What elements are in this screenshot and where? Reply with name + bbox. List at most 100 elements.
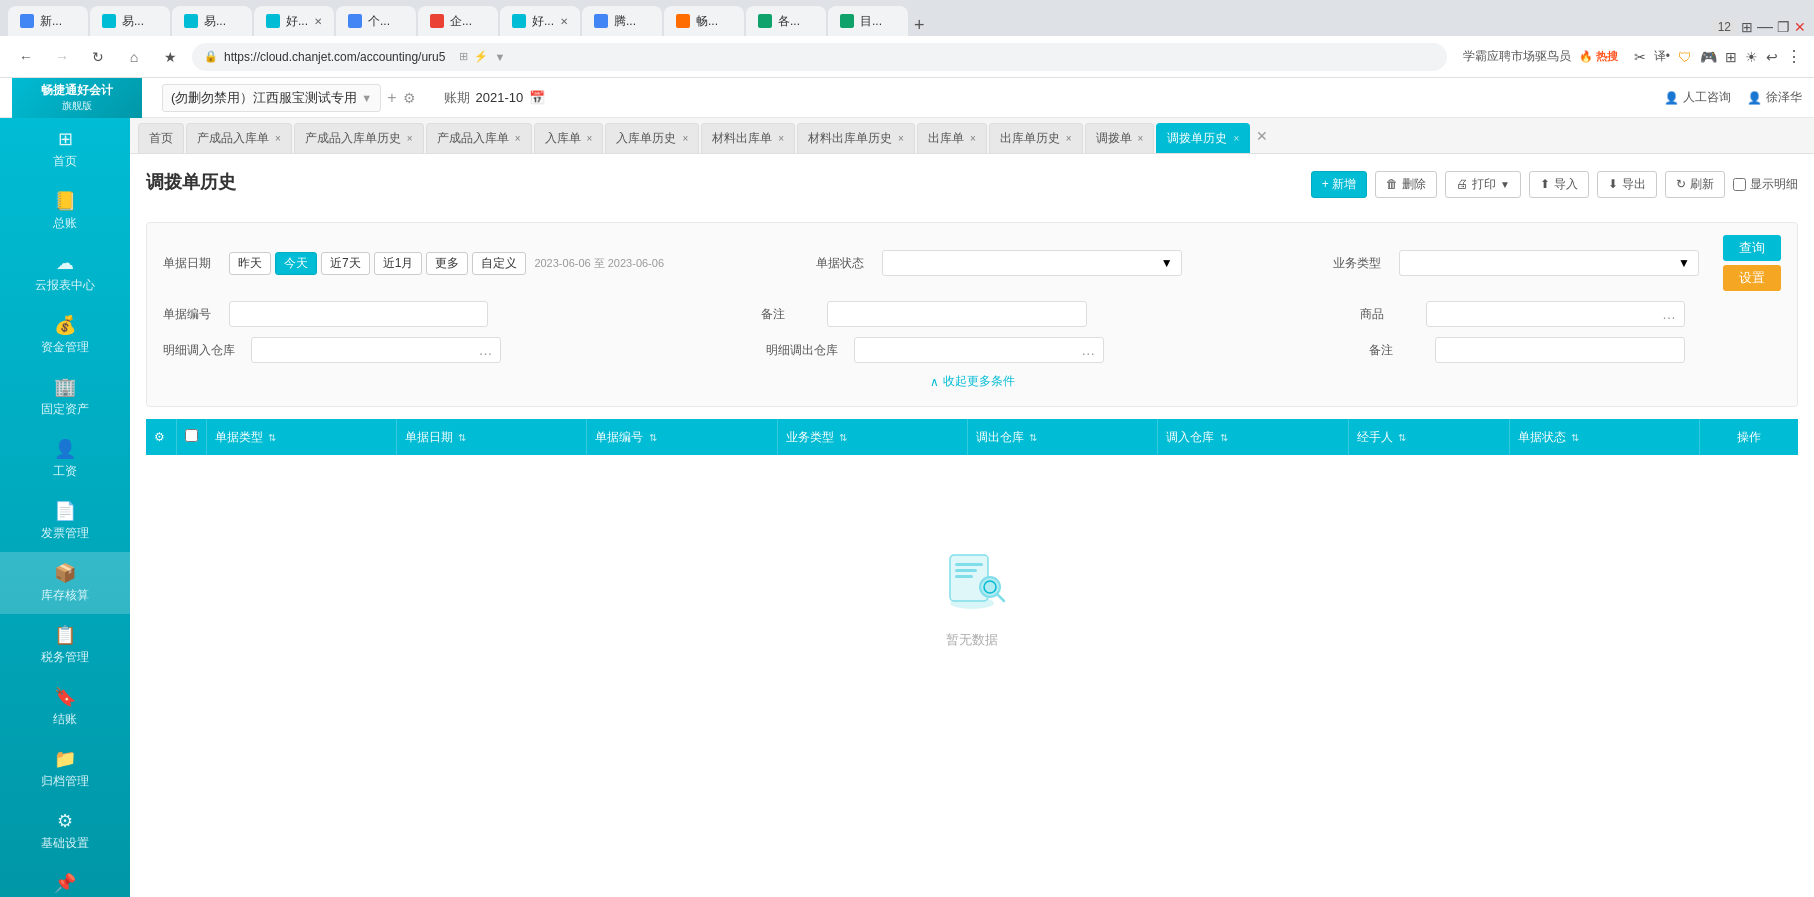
tab-transfer[interactable]: 调拨单 × (1085, 123, 1155, 153)
show-cols-toggle[interactable]: 显示明细 (1733, 176, 1798, 193)
collapse-button[interactable]: ∧ 收起更多条件 (163, 373, 1781, 390)
home-button[interactable]: ⌂ (120, 43, 148, 71)
query-button[interactable]: 查询 (1723, 235, 1781, 261)
menu-icon[interactable]: ⋮ (1786, 47, 1802, 66)
bookmark-button[interactable]: ★ (156, 43, 184, 71)
close-all-tabs-icon[interactable]: ✕ (1256, 128, 1268, 144)
close-tab-product-in-history[interactable]: × (407, 133, 413, 144)
sidebar-item-archive[interactable]: 📁 归档管理 (0, 738, 130, 800)
sort-biz-type-icon[interactable]: ⇅ (839, 432, 847, 443)
tab-product-in-2[interactable]: 产成品入库单 × (426, 123, 532, 153)
sidebar-item-inventory[interactable]: 📦 库存核算 (0, 552, 130, 614)
remark-input[interactable] (827, 301, 1086, 327)
sidebar-item-invoice[interactable]: 📄 发票管理 (0, 490, 130, 552)
th-from-warehouse[interactable]: 调出仓库 ⇅ (967, 419, 1157, 455)
date-more-btn[interactable]: 更多 (426, 252, 468, 275)
sidebar-item-guide[interactable]: 📌 新手引导 (0, 862, 130, 897)
sort-doc-type-icon[interactable]: ⇅ (268, 432, 276, 443)
th-handler[interactable]: 经手人 ⇅ (1348, 419, 1509, 455)
show-cols-checkbox[interactable] (1733, 178, 1746, 191)
sort-to-warehouse-icon[interactable]: ⇅ (1220, 432, 1228, 443)
address-bar[interactable]: 🔒 https://cloud.chanjet.com/accounting/u… (192, 43, 1447, 71)
close-icon-4[interactable]: ✕ (314, 16, 322, 27)
doc-no-input[interactable] (229, 301, 488, 327)
tab-home[interactable]: 首页 (138, 123, 184, 153)
browser-tab-11[interactable]: 目... (828, 6, 908, 36)
tab-transfer-history[interactable]: 调拨单历史 × (1156, 123, 1250, 153)
th-biz-type[interactable]: 业务类型 ⇅ (777, 419, 967, 455)
browser-tab-5[interactable]: 个... (336, 6, 416, 36)
extensions-icon[interactable]: ⊞ (1741, 19, 1753, 35)
close-tab-transfer-history[interactable]: × (1233, 133, 1239, 144)
export-button[interactable]: ⬇ 导出 (1597, 171, 1657, 198)
close-icon-7[interactable]: ✕ (560, 16, 568, 27)
new-tab-button[interactable]: + (914, 15, 925, 36)
sidebar-item-payroll[interactable]: 👤 工资 (0, 428, 130, 490)
tab-out-order[interactable]: 出库单 × (917, 123, 987, 153)
undo-icon[interactable]: ↩ (1766, 49, 1778, 65)
tab-product-in[interactable]: 产成品入库单 × (186, 123, 292, 153)
sidebar-item-home[interactable]: ⊞ 首页 (0, 118, 130, 180)
new-button[interactable]: + 新增 (1311, 171, 1367, 198)
th-doc-type[interactable]: 单据类型 ⇅ (206, 419, 396, 455)
sort-doc-date-icon[interactable]: ⇅ (458, 432, 466, 443)
sidebar-item-tax[interactable]: 📋 税务管理 (0, 614, 130, 676)
close-tab-transfer[interactable]: × (1138, 133, 1144, 144)
close-tab-in-history[interactable]: × (682, 133, 688, 144)
sidebar-item-ledger[interactable]: 📒 总账 (0, 180, 130, 242)
close-tab-product-in-2[interactable]: × (515, 133, 521, 144)
browser-tab-9[interactable]: 畅... (664, 6, 744, 36)
sort-handler-icon[interactable]: ⇅ (1398, 432, 1406, 443)
import-button[interactable]: ⬆ 导入 (1529, 171, 1589, 198)
sidebar-item-settle[interactable]: 🔖 结账 (0, 676, 130, 738)
print-button[interactable]: 🖨 打印 ▼ (1445, 171, 1521, 198)
browser-tab-8[interactable]: 腾... (582, 6, 662, 36)
chevron-down-icon[interactable]: ▼ (494, 51, 505, 63)
browser-tab-1[interactable]: 新... (8, 6, 88, 36)
filter-settings-button[interactable]: 设置 (1723, 265, 1781, 291)
close-tab-material-out-history[interactable]: × (898, 133, 904, 144)
browser-tab-6[interactable]: 企... (418, 6, 498, 36)
src-warehouse-dots-icon[interactable]: … (478, 342, 492, 358)
settings-icon[interactable]: ⚙ (403, 90, 416, 106)
calendar-icon[interactable]: 📅 (529, 90, 545, 105)
close-window-button[interactable]: ✕ (1794, 19, 1806, 35)
sort-doc-status-icon[interactable]: ⇅ (1571, 432, 1579, 443)
browser-tab-10[interactable]: 各... (746, 6, 826, 36)
browser-tab-7[interactable]: 好... ✕ (500, 6, 580, 36)
browser-tab-3[interactable]: 易... (172, 6, 252, 36)
column-settings-icon[interactable]: ⚙ (154, 430, 165, 444)
th-doc-date[interactable]: 单据日期 ⇅ (396, 419, 586, 455)
close-tab-product-in[interactable]: × (275, 133, 281, 144)
minimize-button[interactable]: — (1757, 18, 1773, 36)
th-checkbox[interactable] (176, 419, 206, 455)
delete-button[interactable]: 🗑 删除 (1375, 171, 1437, 198)
th-doc-status[interactable]: 单据状态 ⇅ (1509, 419, 1699, 455)
status-dropdown[interactable]: ▼ (882, 250, 1182, 276)
sidebar-item-fund[interactable]: 💰 资金管理 (0, 304, 130, 366)
back-button[interactable]: ← (12, 43, 40, 71)
tab-in-order[interactable]: 入库单 × (534, 123, 604, 153)
close-tab-out-history[interactable]: × (1066, 133, 1072, 144)
sidebar-item-fixed-asset[interactable]: 🏢 固定资产 (0, 366, 130, 428)
tab-material-out[interactable]: 材料出库单 × (701, 123, 795, 153)
translate-icon[interactable]: 译• (1654, 48, 1670, 65)
sort-doc-no-icon[interactable]: ⇅ (649, 432, 657, 443)
note-input[interactable] (1435, 337, 1685, 363)
refresh-button[interactable]: ↻ 刷新 (1665, 171, 1725, 198)
goods-selector[interactable]: … (1426, 301, 1685, 327)
refresh-button[interactable]: ↻ (84, 43, 112, 71)
forward-button[interactable]: → (48, 43, 76, 71)
user-profile-btn[interactable]: 👤 徐泽华 (1747, 89, 1802, 106)
close-tab-out-order[interactable]: × (970, 133, 976, 144)
th-settings[interactable]: ⚙ (146, 419, 176, 455)
goods-dots-icon[interactable]: … (1662, 306, 1676, 322)
company-selector[interactable]: (勿删勿禁用）江西服宝测试专用 ▼ (162, 84, 381, 112)
date-today-btn[interactable]: 今天 (275, 252, 317, 275)
biz-type-dropdown[interactable]: ▼ (1399, 250, 1699, 276)
close-tab-material-out[interactable]: × (778, 133, 784, 144)
th-doc-no[interactable]: 单据编号 ⇅ (587, 419, 777, 455)
dst-warehouse-dots-icon[interactable]: … (1081, 342, 1095, 358)
date-month-btn[interactable]: 近1月 (374, 252, 423, 275)
browser-tab-2[interactable]: 易... (90, 6, 170, 36)
